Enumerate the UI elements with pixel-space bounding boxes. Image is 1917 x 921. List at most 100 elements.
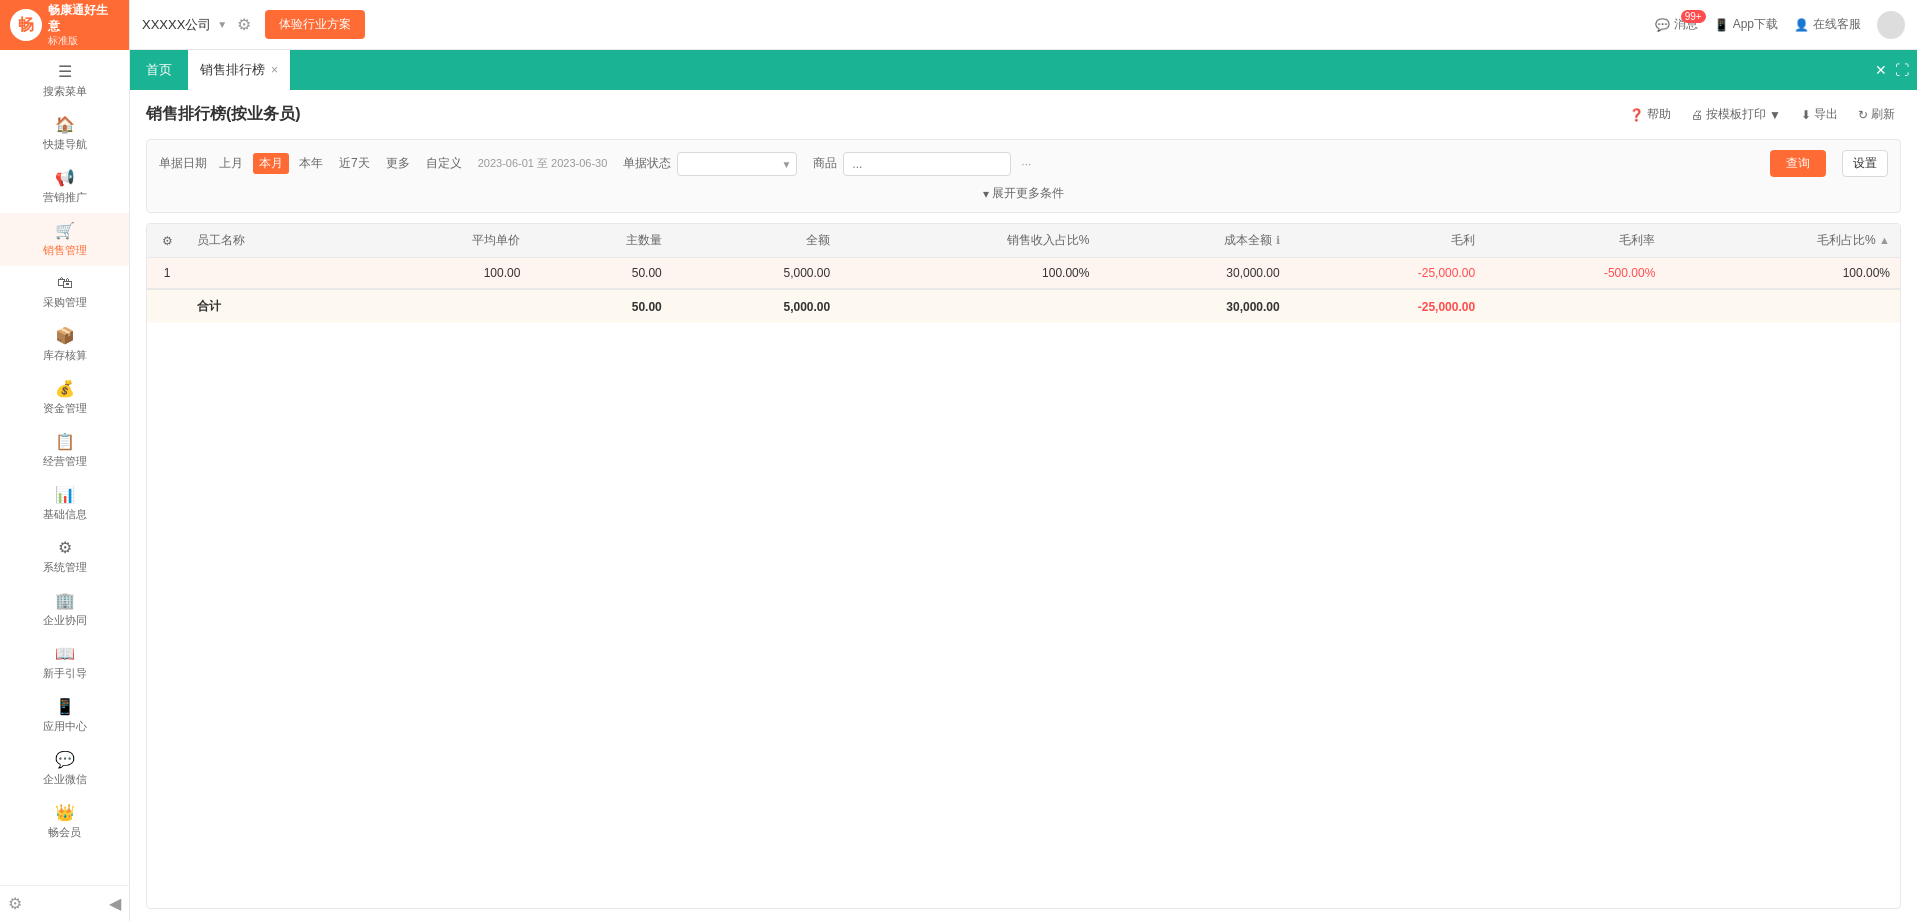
- col-header-profit-pct: 毛利占比% ▲: [1665, 224, 1900, 258]
- tab-sales-ranking[interactable]: 销售排行榜 ×: [188, 50, 290, 90]
- date-tab-custom[interactable]: 自定义: [420, 153, 468, 174]
- system-icon: ⚙: [58, 538, 72, 557]
- cost-info-icon[interactable]: ℹ: [1276, 234, 1280, 246]
- app-subtitle: 标准版: [48, 34, 119, 47]
- wechat-icon: 💬: [55, 750, 75, 769]
- cell-rank: 1: [147, 258, 187, 290]
- date-tab-this-month[interactable]: 本月: [253, 153, 289, 174]
- goods-more-icon[interactable]: ···: [1017, 157, 1035, 171]
- tab-maximize-icon[interactable]: ⛶: [1895, 62, 1909, 78]
- col-header-name: 员工名称: [187, 224, 359, 258]
- sidebar-item-finance[interactable]: 💰 资金管理: [0, 371, 129, 424]
- logo-icon: 畅: [10, 9, 42, 41]
- sidebar-item-purchase[interactable]: 🛍 采购管理: [0, 266, 129, 318]
- message-button[interactable]: 💬 消息 99+: [1655, 16, 1698, 33]
- sidebar-item-member[interactable]: 👑 畅会员: [0, 795, 129, 848]
- finance-icon: 💰: [55, 379, 75, 398]
- table-row[interactable]: 1 100.00 50.00 5,000.00 100.00% 30,000.0…: [147, 258, 1900, 290]
- sidebar-item-apps[interactable]: 📱 应用中心: [0, 689, 129, 742]
- user-avatar[interactable]: [1877, 11, 1905, 39]
- message-badge: 99+: [1681, 10, 1706, 23]
- sidebar-item-marketing[interactable]: 📢 营销推广: [0, 160, 129, 213]
- sidebar-label-corp: 企业协同: [43, 613, 87, 628]
- page-inner: 销售排行榜(按业务员) ❓ 帮助 🖨 按模板打印 ▼ ⬇ 导出: [130, 90, 1917, 921]
- cell-cost: 30,000.00: [1099, 258, 1289, 290]
- tab-bar: 首页 销售排行榜 × ✕ ⛶: [130, 50, 1917, 90]
- cell-profit-pct: 100.00%: [1665, 258, 1900, 290]
- sidebar-label-purchase: 采购管理: [43, 295, 87, 310]
- sidebar-label-marketing: 营销推广: [43, 190, 87, 205]
- tab-home[interactable]: 首页: [130, 50, 188, 90]
- status-select-wrapper: 全部 待审核 已审核 已完成 ▼: [677, 152, 797, 176]
- member-icon: 👑: [55, 803, 75, 822]
- sidebar-item-basic[interactable]: 📊 基础信息: [0, 477, 129, 530]
- basic-icon: 📊: [55, 485, 75, 504]
- app-download-button[interactable]: 📱 App下载: [1714, 16, 1778, 33]
- profit-pct-sort-icon[interactable]: ▲: [1879, 234, 1890, 246]
- sidebar-item-wechat[interactable]: 💬 企业微信: [0, 742, 129, 795]
- sidebar-item-shortcut[interactable]: 🏠 快捷导航: [0, 107, 129, 160]
- operation-icon: 📋: [55, 432, 75, 451]
- download-icon: 📱: [1714, 18, 1729, 32]
- page-header: 销售排行榜(按业务员) ❓ 帮助 🖨 按模板打印 ▼ ⬇ 导出: [146, 102, 1901, 127]
- sidebar-item-corp[interactable]: 🏢 企业协同: [0, 583, 129, 636]
- tab-close-window-icon[interactable]: ✕: [1875, 62, 1887, 78]
- footer-sales-pct: [840, 289, 1099, 323]
- app-logo: 畅 畅康通好生意 标准版: [0, 0, 129, 50]
- sidebar-label-operation: 经营管理: [43, 454, 87, 469]
- trial-button[interactable]: 体验行业方案: [265, 10, 365, 39]
- sidebar-item-guide[interactable]: 📖 新手引导: [0, 636, 129, 689]
- help-icon: ❓: [1629, 108, 1644, 122]
- status-select[interactable]: 全部 待审核 已审核 已完成: [677, 152, 797, 176]
- footer-profit-pct: [1665, 289, 1900, 323]
- sidebar-item-operation[interactable]: 📋 经营管理: [0, 424, 129, 477]
- date-tabs: 上月 本月 本年 近7天 更多 自定义: [213, 153, 468, 174]
- date-range-display: 2023-06-01 至 2023-06-30: [478, 156, 608, 171]
- footer-profit-rate: [1485, 289, 1665, 323]
- footer-avg-price: [359, 289, 531, 323]
- sidebar-label-wechat: 企业微信: [43, 772, 87, 787]
- settings-button[interactable]: 设置: [1842, 150, 1888, 177]
- sidebar-label-member: 畅会员: [48, 825, 81, 840]
- app-title: 畅康通好生意: [48, 3, 119, 34]
- sidebar: 畅 畅康通好生意 标准版 ☰ 搜索菜单 🏠 快捷导航 📢 营销推广 🛒 销售管理…: [0, 0, 130, 921]
- date-tab-last-month[interactable]: 上月: [213, 153, 249, 174]
- date-tab-7days[interactable]: 近7天: [333, 153, 376, 174]
- expand-button[interactable]: ▾ 展开更多条件: [983, 185, 1064, 202]
- footer-label: 合计: [187, 289, 359, 323]
- topbar-settings-icon[interactable]: ⚙: [237, 15, 251, 34]
- sidebar-label-guide: 新手引导: [43, 666, 87, 681]
- col-header-profit-rate: 毛利率: [1485, 224, 1665, 258]
- company-selector[interactable]: XXXXX公司 ▼: [142, 16, 227, 34]
- sidebar-label-shortcut: 快捷导航: [43, 137, 87, 152]
- guide-icon: 📖: [55, 644, 75, 663]
- sidebar-label-search: 搜索菜单: [43, 84, 87, 99]
- sidebar-label-basic: 基础信息: [43, 507, 87, 522]
- goods-input[interactable]: [843, 152, 1011, 176]
- sidebar-item-sales[interactable]: 🛒 销售管理: [0, 213, 129, 266]
- date-tab-this-year[interactable]: 本年: [293, 153, 329, 174]
- col-header-amount: 全额: [672, 224, 840, 258]
- page-title: 销售排行榜(按业务员): [146, 104, 301, 125]
- page-actions: ❓ 帮助 🖨 按模板打印 ▼ ⬇ 导出 ↻ 刷新: [1623, 102, 1901, 127]
- print-button[interactable]: 🖨 按模板打印 ▼: [1685, 102, 1787, 127]
- sidebar-item-system[interactable]: ⚙ 系统管理: [0, 530, 129, 583]
- footer-qty: 50.00: [530, 289, 671, 323]
- sidebar-item-inventory[interactable]: 📦 库存核算: [0, 318, 129, 371]
- col-header-settings[interactable]: ⚙: [147, 224, 187, 258]
- tab-close-icon[interactable]: ×: [271, 63, 278, 77]
- print-arrow-icon: ▼: [1769, 108, 1781, 122]
- sidebar-collapse-icon[interactable]: ◀: [109, 894, 121, 913]
- main-area: XXXXX公司 ▼ ⚙ 体验行业方案 💬 消息 99+ 📱 App下载 👤 在线…: [130, 0, 1917, 921]
- cell-qty: 50.00: [530, 258, 671, 290]
- export-button[interactable]: ⬇ 导出: [1795, 102, 1844, 127]
- query-button[interactable]: 查询: [1770, 150, 1826, 177]
- online-service-button[interactable]: 👤 在线客服: [1794, 16, 1861, 33]
- refresh-button[interactable]: ↻ 刷新: [1852, 102, 1901, 127]
- purchase-icon: 🛍: [57, 274, 73, 292]
- sidebar-settings-icon[interactable]: ⚙: [8, 894, 22, 913]
- sidebar-item-search[interactable]: ☰ 搜索菜单: [0, 54, 129, 107]
- cell-name: [187, 258, 359, 290]
- help-button[interactable]: ❓ 帮助: [1623, 102, 1677, 127]
- date-tab-more[interactable]: 更多: [380, 153, 416, 174]
